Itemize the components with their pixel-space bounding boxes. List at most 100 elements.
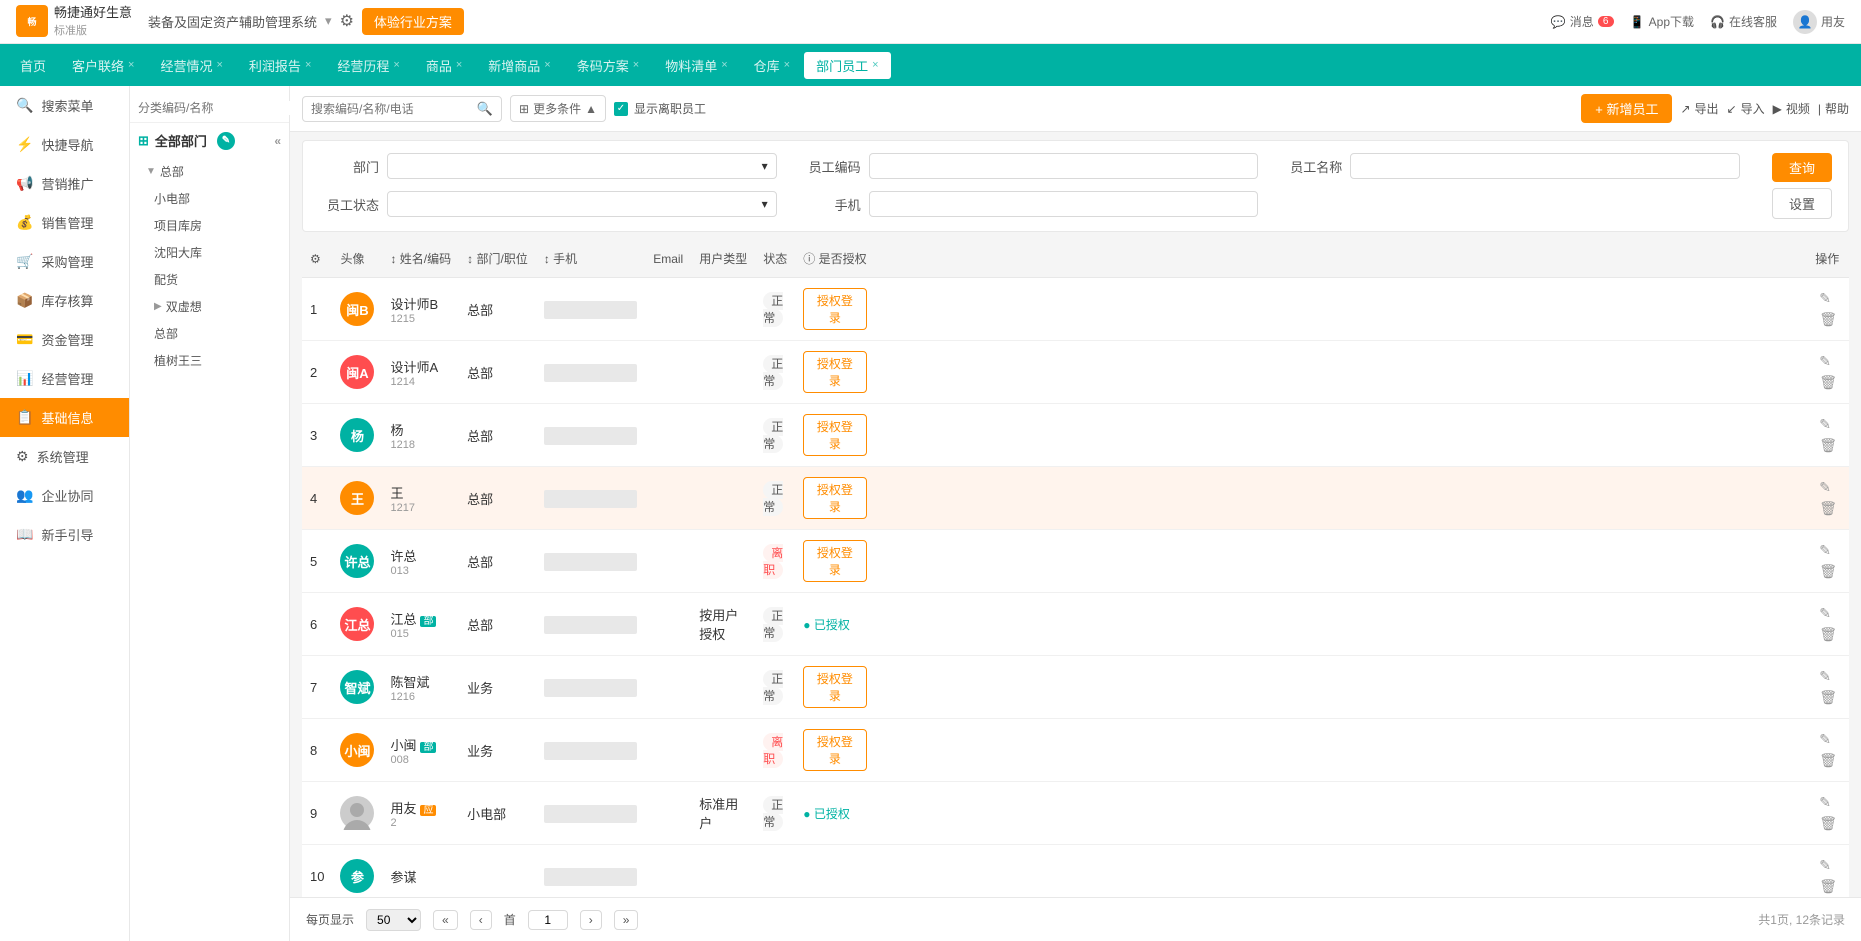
message-btn[interactable]: 💬 消息 6 bbox=[1551, 13, 1614, 30]
empcode-input[interactable] bbox=[869, 153, 1259, 179]
import-btn[interactable]: ↙ 导入 bbox=[1727, 100, 1765, 117]
auth-login-btn[interactable]: 授权登录 bbox=[803, 477, 866, 519]
dept-collapse-btn[interactable]: « bbox=[274, 134, 281, 148]
close-tab-icon[interactable]: × bbox=[456, 59, 462, 71]
edit-btn[interactable]: ✎ bbox=[1815, 540, 1835, 561]
filter-more-btn[interactable]: ⊞ 更多条件 ▲ bbox=[510, 95, 606, 122]
close-tab-icon[interactable]: × bbox=[544, 59, 550, 71]
add-employee-btn[interactable]: + 新增员工 bbox=[1581, 94, 1672, 123]
nav-tab-经营情况[interactable]: 经营情况× bbox=[148, 52, 234, 79]
auth-login-btn[interactable]: 授权登录 bbox=[803, 414, 866, 456]
dept-search-input[interactable] bbox=[138, 101, 293, 115]
query-btn[interactable]: 查询 bbox=[1772, 153, 1832, 182]
close-tab-icon[interactable]: × bbox=[128, 59, 134, 71]
sidebar-item-营销推广[interactable]: 📢营销推广 bbox=[0, 164, 129, 203]
close-tab-icon[interactable]: × bbox=[633, 59, 639, 71]
close-tab-icon[interactable]: × bbox=[216, 59, 222, 71]
col-phone[interactable]: ↕ 手机 bbox=[536, 240, 645, 278]
edit-btn[interactable]: ✎ bbox=[1815, 288, 1835, 309]
sidebar-item-基础信息[interactable]: 📋基础信息 bbox=[0, 398, 129, 437]
nav-tab-新增商品[interactable]: 新增商品× bbox=[476, 52, 562, 79]
user-btn[interactable]: 👤 用友 bbox=[1793, 10, 1845, 34]
online-service-btn[interactable]: 🎧 在线客服 bbox=[1710, 13, 1777, 30]
try-btn[interactable]: 体验行业方案 bbox=[362, 8, 464, 35]
delete-btn[interactable]: 🗑 bbox=[1815, 876, 1841, 897]
close-tab-icon[interactable]: × bbox=[393, 59, 399, 71]
sidebar-item-资金管理[interactable]: 💳资金管理 bbox=[0, 320, 129, 359]
dept-node-双虚想[interactable]: ▶双虚想 bbox=[130, 293, 289, 320]
nav-tab-经营历程[interactable]: 经营历程× bbox=[325, 52, 411, 79]
nav-tab-首页[interactable]: 首页 bbox=[8, 52, 58, 79]
delete-btn[interactable]: 🗑 bbox=[1815, 750, 1841, 771]
delete-btn[interactable]: 🗑 bbox=[1815, 624, 1841, 645]
sidebar-item-库存核算[interactable]: 📦库存核算 bbox=[0, 281, 129, 320]
edit-btn[interactable]: ✎ bbox=[1815, 414, 1835, 435]
delete-btn[interactable]: 🗑 bbox=[1815, 687, 1841, 708]
edit-btn[interactable]: ✎ bbox=[1815, 603, 1835, 624]
all-dept-label[interactable]: 全部部门 bbox=[155, 131, 207, 150]
dept-node-配货[interactable]: 配货 bbox=[130, 266, 289, 293]
edit-btn[interactable]: ✎ bbox=[1815, 729, 1835, 750]
edit-btn[interactable]: ✎ bbox=[1815, 351, 1835, 372]
video-btn[interactable]: ▶ 视频 bbox=[1773, 100, 1810, 117]
edit-btn[interactable]: ✎ bbox=[1815, 666, 1835, 687]
delete-btn[interactable]: 🗑 bbox=[1815, 372, 1841, 393]
dept-node-植树王三[interactable]: 植树王三 bbox=[130, 347, 289, 374]
settings-icon[interactable]: ⚙ bbox=[340, 11, 354, 31]
next-page-btn[interactable]: › bbox=[580, 910, 602, 930]
nav-tab-条码方案[interactable]: 条码方案× bbox=[565, 52, 651, 79]
sidebar-item-销售管理[interactable]: 💰销售管理 bbox=[0, 203, 129, 242]
auth-login-btn[interactable]: 授权登录 bbox=[803, 729, 866, 771]
last-page-btn[interactable]: » bbox=[614, 910, 639, 930]
help-btn[interactable]: | 帮助 bbox=[1818, 100, 1849, 117]
auth-login-btn[interactable]: 授权登录 bbox=[803, 666, 866, 708]
dept-node-项目库房[interactable]: 项目库房 bbox=[130, 212, 289, 239]
sidebar-item-搜索菜单[interactable]: 🔍搜索菜单 bbox=[0, 86, 129, 125]
nav-tab-利润报告[interactable]: 利润报告× bbox=[237, 52, 323, 79]
app-download-btn[interactable]: 📱 App下载 bbox=[1630, 13, 1694, 30]
prev-page-btn[interactable]: ‹ bbox=[470, 910, 492, 930]
delete-btn[interactable]: 🗑 bbox=[1815, 435, 1841, 456]
nav-tab-仓库[interactable]: 仓库× bbox=[742, 52, 802, 79]
emp-search-input[interactable] bbox=[311, 102, 471, 116]
dept-edit-icon[interactable]: ✎ bbox=[217, 132, 235, 150]
dept-node-总部[interactable]: ▼总部 bbox=[130, 158, 289, 185]
nav-tab-部门员工[interactable]: 部门员工× bbox=[804, 52, 890, 79]
sidebar-item-系统管理[interactable]: ⚙系统管理 bbox=[0, 437, 129, 476]
show-resigned-checkbox[interactable]: ✓ bbox=[614, 102, 628, 116]
close-tab-icon[interactable]: × bbox=[784, 59, 790, 71]
export-btn[interactable]: ↗ 导出 bbox=[1680, 100, 1718, 117]
reset-btn[interactable]: 设置 bbox=[1772, 188, 1832, 219]
empname-input[interactable] bbox=[1350, 153, 1740, 179]
auth-login-btn[interactable]: 授权登录 bbox=[803, 288, 866, 330]
sidebar-item-采购管理[interactable]: 🛒采购管理 bbox=[0, 242, 129, 281]
sidebar-item-新手引导[interactable]: 📖新手引导 bbox=[0, 515, 129, 554]
col-settings[interactable]: ⚙ bbox=[302, 240, 332, 278]
col-name[interactable]: ↕ 姓名/编码 bbox=[382, 240, 459, 278]
dept-select[interactable]: ▾ bbox=[387, 153, 777, 179]
delete-btn[interactable]: 🗑 bbox=[1815, 813, 1841, 834]
sidebar-item-企业协同[interactable]: 👥企业协同 bbox=[0, 476, 129, 515]
show-resigned-toggle[interactable]: ✓ 显示离职员工 bbox=[614, 100, 706, 117]
col-dept[interactable]: ↕ 部门/职位 bbox=[459, 240, 536, 278]
edit-btn[interactable]: ✎ bbox=[1815, 792, 1835, 813]
first-page-btn[interactable]: « bbox=[433, 910, 458, 930]
delete-btn[interactable]: 🗑 bbox=[1815, 309, 1841, 330]
sidebar-item-快捷导航[interactable]: ⚡快捷导航 bbox=[0, 125, 129, 164]
edit-btn[interactable]: ✎ bbox=[1815, 855, 1835, 876]
nav-tab-商品[interactable]: 商品× bbox=[414, 52, 474, 79]
auth-login-btn[interactable]: 授权登录 bbox=[803, 351, 866, 393]
sidebar-item-经营管理[interactable]: 📊经营管理 bbox=[0, 359, 129, 398]
dept-node-总部[interactable]: 总部 bbox=[130, 320, 289, 347]
page-size-select[interactable]: 50 100 bbox=[366, 909, 421, 931]
page-input[interactable] bbox=[528, 910, 568, 930]
close-tab-icon[interactable]: × bbox=[721, 59, 727, 71]
nav-tab-客户联络[interactable]: 客户联络× bbox=[60, 52, 146, 79]
delete-btn[interactable]: 🗑 bbox=[1815, 498, 1841, 519]
auth-login-btn[interactable]: 授权登录 bbox=[803, 540, 866, 582]
close-tab-icon[interactable]: × bbox=[872, 59, 878, 71]
dropdown-icon[interactable]: ▾ bbox=[325, 13, 332, 29]
nav-tab-物料清单[interactable]: 物料清单× bbox=[653, 52, 739, 79]
phone-input[interactable] bbox=[869, 191, 1259, 217]
close-tab-icon[interactable]: × bbox=[305, 59, 311, 71]
